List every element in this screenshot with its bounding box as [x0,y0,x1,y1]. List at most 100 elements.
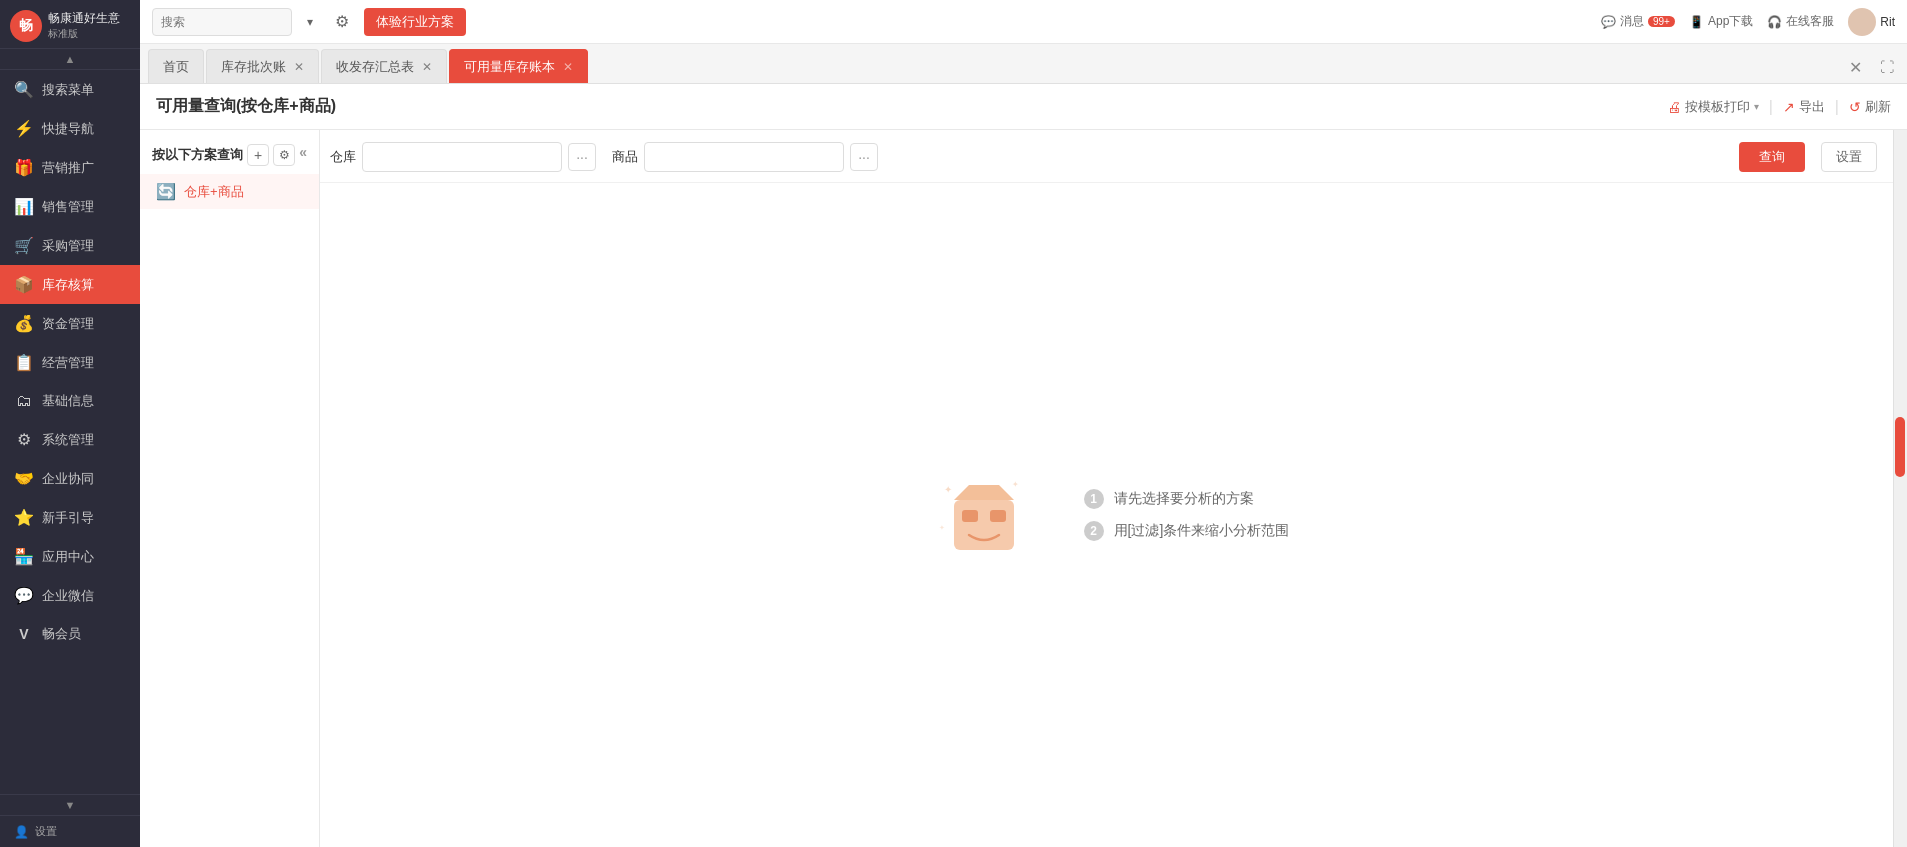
empty-tip-1: 1 请先选择要分析的方案 [1084,489,1290,509]
online-service-btn[interactable]: 🎧 在线客服 [1767,13,1834,30]
topbar-dropdown-btn[interactable]: ▾ [300,12,320,32]
sidebar-item-basic[interactable]: 🗂 基础信息 [0,382,140,420]
warehouse-more-btn[interactable]: ··· [568,143,596,171]
cart-icon: 🛒 [14,236,34,255]
product-filter: 商品 ··· [612,142,878,172]
search-icon: 🔍 [14,80,34,99]
page-title: 可用量查询(按仓库+商品) [156,96,336,117]
sidebar-item-cooperation[interactable]: 🤝 企业协同 [0,459,140,498]
sidebar-item-system[interactable]: ⚙ 系统管理 [0,420,140,459]
product-more-btn[interactable]: ··· [850,143,878,171]
clipboard-icon: 📋 [14,353,34,372]
page-header-right: 🖨 按模板打印 ▾ | ↗ 导出 | ↺ 刷新 [1667,98,1891,116]
sidebar-item-shortcut[interactable]: ⚡ 快捷导航 [0,109,140,148]
scrollbar-thumb [1895,417,1905,477]
warehouse-filter: 仓库 ··· [330,142,596,172]
scheme-icon: 🔄 [156,182,176,201]
topbar-settings-btn[interactable]: ⚙ [328,8,356,36]
sidebar-menu: 🔍 搜索菜单 ⚡ 快捷导航 🎁 营销推广 📊 销售管理 🛒 采购管理 📦 库存核… [0,70,140,794]
tabs-close-all-btn[interactable]: ✕ [1843,55,1867,79]
sidebar-item-inventory[interactable]: 📦 库存核算 [0,265,140,304]
sidebar-item-apps[interactable]: 🏪 应用中心 [0,537,140,576]
print-dropdown-icon[interactable]: ▾ [1754,101,1759,112]
svg-text:✦: ✦ [944,484,952,495]
left-panel-header: 按以下方案查询 + ⚙ « [140,140,319,174]
sidebar-item-wechat[interactable]: 💬 企业微信 [0,576,140,615]
empty-box-svg: ✦ ✦ ✦ [934,465,1034,565]
left-panel-actions: + ⚙ « [247,144,307,166]
product-label: 商品 [612,148,638,166]
main-area: ▾ ⚙ 体验行业方案 💬 消息 99+ 📱 App下载 🎧 在线客服 Rit [140,0,1907,847]
sidebar-item-guide[interactable]: ⭐ 新手引导 [0,498,140,537]
empty-illustration: ✦ ✦ ✦ [924,455,1044,575]
sidebar-item-marketing[interactable]: 🎁 营销推广 [0,148,140,187]
headset-icon: 🎧 [1767,15,1782,29]
star-icon: ⭐ [14,508,34,527]
svg-rect-1 [962,510,978,522]
industry-solution-button[interactable]: 体验行业方案 [364,8,466,36]
tab-available[interactable]: 可用量库存账本 ✕ [449,49,588,83]
refresh-icon: ↺ [1849,99,1861,115]
sidebar-item-vip[interactable]: V 畅会员 [0,615,140,653]
scheme-settings-btn[interactable]: ⚙ [273,144,295,166]
topbar: ▾ ⚙ 体验行业方案 💬 消息 99+ 📱 App下载 🎧 在线客服 Rit [140,0,1907,44]
sidebar-logo-name: 畅康通好生意 [48,11,120,27]
tabs-bar: 首页 库存批次账 ✕ 收发存汇总表 ✕ 可用量库存账本 ✕ ✕ ⛶ [140,44,1907,84]
refresh-btn[interactable]: ↺ 刷新 [1849,98,1891,116]
right-scrollbar[interactable] [1893,130,1907,847]
svg-rect-0 [954,500,1014,550]
sidebar-logo: 畅 畅康通好生意 标准版 [0,0,140,49]
empty-state: ✦ ✦ ✦ 1 请先选择要分析的方案 2 [320,183,1893,847]
print-icon: 🖨 [1667,99,1681,115]
tab-home[interactable]: 首页 [148,49,204,83]
sidebar: 畅 畅康通好生意 标准版 ▲ 🔍 搜索菜单 ⚡ 快捷导航 🎁 营销推广 📊 销售… [0,0,140,847]
sidebar-logo-badge: 标准版 [48,27,120,41]
empty-tips: 1 请先选择要分析的方案 2 用[过滤]条件来缩小分析范围 [1084,489,1290,541]
query-button[interactable]: 查询 [1739,142,1805,172]
export-btn[interactable]: ↗ 导出 [1783,98,1825,116]
tabs-expand-btn[interactable]: ⛶ [1875,55,1899,79]
print-btn[interactable]: 🖨 按模板打印 ▾ [1667,98,1759,116]
store-icon: 🏪 [14,547,34,566]
handshake-icon: 🤝 [14,469,34,488]
user-avatar-btn[interactable]: Rit [1848,8,1895,36]
sidebar-item-operation[interactable]: 📋 经营管理 [0,343,140,382]
left-panel: 按以下方案查询 + ⚙ « 🔄 仓库+商品 [140,130,320,847]
tab-summary[interactable]: 收发存汇总表 ✕ [321,49,447,83]
folder-icon: 🗂 [14,392,34,410]
right-panel: 仓库 ··· 商品 ··· 查询 设置 [320,130,1893,847]
export-icon: ↗ [1783,99,1795,115]
avatar [1848,8,1876,36]
topbar-search-input[interactable] [152,8,292,36]
collapse-btn[interactable]: « [299,144,307,166]
app-download-btn[interactable]: 📱 App下载 [1689,13,1753,30]
sidebar-item-search[interactable]: 🔍 搜索菜单 [0,70,140,109]
warehouse-input[interactable] [362,142,562,172]
product-input[interactable] [644,142,844,172]
tab-close-available[interactable]: ✕ [563,60,573,74]
gift-icon: 🎁 [14,158,34,177]
sidebar-scroll-up[interactable]: ▲ [0,49,140,70]
vip-icon: V [14,626,34,642]
svg-rect-2 [990,510,1006,522]
topbar-right: 💬 消息 99+ 📱 App下载 🎧 在线客服 Rit [1601,8,1895,36]
tab-close-batch[interactable]: ✕ [294,60,304,74]
tabs-right-controls: ✕ ⛶ [1843,55,1899,83]
sidebar-item-purchase[interactable]: 🛒 采购管理 [0,226,140,265]
username-label: Rit [1880,15,1895,29]
notification-btn[interactable]: 💬 消息 99+ [1601,13,1675,30]
warehouse-label: 仓库 [330,148,356,166]
sidebar-item-finance[interactable]: 💰 资金管理 [0,304,140,343]
sidebar-item-sales[interactable]: 📊 销售管理 [0,187,140,226]
empty-tip-2: 2 用[过滤]条件来缩小分析范围 [1084,521,1290,541]
content-area: 按以下方案查询 + ⚙ « 🔄 仓库+商品 仓库 ··· [140,130,1907,847]
scheme-item-warehouse-product[interactable]: 🔄 仓库+商品 [140,174,319,209]
user-icon: 👤 [14,825,29,839]
sidebar-bottom[interactable]: 👤 设置 [0,815,140,847]
tab-close-summary[interactable]: ✕ [422,60,432,74]
filter-bar: 仓库 ··· 商品 ··· 查询 设置 [320,130,1893,183]
sidebar-scroll-down[interactable]: ▼ [0,794,140,815]
tab-batch[interactable]: 库存批次账 ✕ [206,49,319,83]
add-scheme-btn[interactable]: + [247,144,269,166]
filter-settings-button[interactable]: 设置 [1821,142,1877,172]
